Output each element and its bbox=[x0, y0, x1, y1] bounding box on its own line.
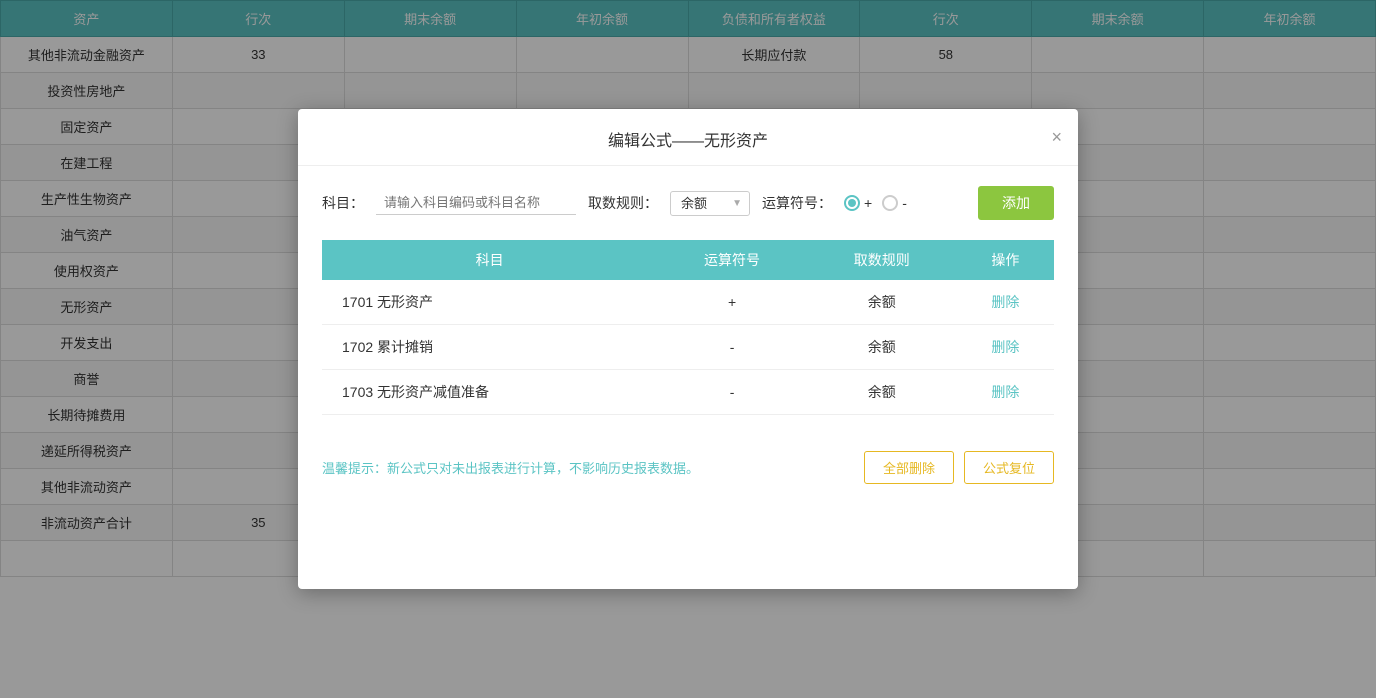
delete-link[interactable]: 删除 bbox=[991, 294, 1019, 310]
cell-rule: 余额 bbox=[807, 325, 957, 370]
radio-item--[interactable]: - bbox=[882, 195, 907, 211]
operator-group: +- bbox=[844, 195, 907, 211]
modal-close-button[interactable]: × bbox=[1051, 128, 1062, 146]
form-row: 科目： 取数规则： 余额借方贷方 ▼ 运算符号： +- 添加 bbox=[322, 186, 1054, 220]
cell-action: 删除 bbox=[957, 280, 1054, 325]
rule-label: 取数规则： bbox=[588, 193, 658, 213]
subject-label: 科目： bbox=[322, 193, 364, 213]
modal-dialog: 编辑公式——无形资产 × 科目： 取数规则： 余额借方贷方 ▼ 运算符号： +-… bbox=[298, 109, 1078, 589]
cell-rule: 余额 bbox=[807, 370, 957, 415]
cell-action: 删除 bbox=[957, 370, 1054, 415]
modal-title: 编辑公式——无形资产 bbox=[608, 133, 768, 150]
cell-subject: 1701 无形资产 bbox=[322, 280, 657, 325]
radio-item-+[interactable]: + bbox=[844, 195, 872, 211]
radio-label--: - bbox=[902, 195, 907, 211]
cell-operator: - bbox=[657, 370, 807, 415]
footer-hint: 温馨提示：新公式只对未出报表进行计算，不影响历史报表数据。 bbox=[322, 458, 699, 477]
rule-select-wrapper: 余额借方贷方 ▼ bbox=[670, 191, 750, 216]
modal-footer: 温馨提示：新公式只对未出报表进行计算，不影响历史报表数据。 全部删除 公式复位 bbox=[298, 435, 1078, 484]
formula-table: 科目运算符号取数规则操作 1701 无形资产+余额删除1702 累计摊销-余额删… bbox=[322, 240, 1054, 415]
rule-select[interactable]: 余额借方贷方 bbox=[670, 191, 750, 216]
radio-circle-- bbox=[882, 195, 898, 211]
modal-header: 编辑公式——无形资产 × bbox=[298, 109, 1078, 166]
modal-body: 科目： 取数规则： 余额借方贷方 ▼ 运算符号： +- 添加 科目运算符号取数规… bbox=[298, 166, 1078, 435]
cell-operator: + bbox=[657, 280, 807, 325]
cell-subject: 1703 无形资产减值准备 bbox=[322, 370, 657, 415]
delete-link[interactable]: 删除 bbox=[991, 384, 1019, 400]
modal-overlay: 编辑公式——无形资产 × 科目： 取数规则： 余额借方贷方 ▼ 运算符号： +-… bbox=[0, 0, 1376, 698]
delete-link[interactable]: 删除 bbox=[991, 339, 1019, 355]
table-row: 1703 无形资产减值准备-余额 删除 bbox=[322, 370, 1054, 415]
cell-action: 删除 bbox=[957, 325, 1054, 370]
operator-label: 运算符号： bbox=[762, 193, 832, 213]
table-row: 1702 累计摊销-余额 删除 bbox=[322, 325, 1054, 370]
radio-label-+: + bbox=[864, 195, 872, 211]
subject-input[interactable] bbox=[376, 191, 576, 215]
delete-all-button[interactable]: 全部删除 bbox=[864, 451, 954, 484]
reset-formula-button[interactable]: 公式复位 bbox=[964, 451, 1054, 484]
cell-rule: 余额 bbox=[807, 280, 957, 325]
add-button[interactable]: 添加 bbox=[978, 186, 1054, 220]
cell-operator: - bbox=[657, 325, 807, 370]
footer-buttons: 全部删除 公式复位 bbox=[864, 451, 1054, 484]
radio-circle-+ bbox=[844, 195, 860, 211]
cell-subject: 1702 累计摊销 bbox=[322, 325, 657, 370]
table-row: 1701 无形资产+余额 删除 bbox=[322, 280, 1054, 325]
